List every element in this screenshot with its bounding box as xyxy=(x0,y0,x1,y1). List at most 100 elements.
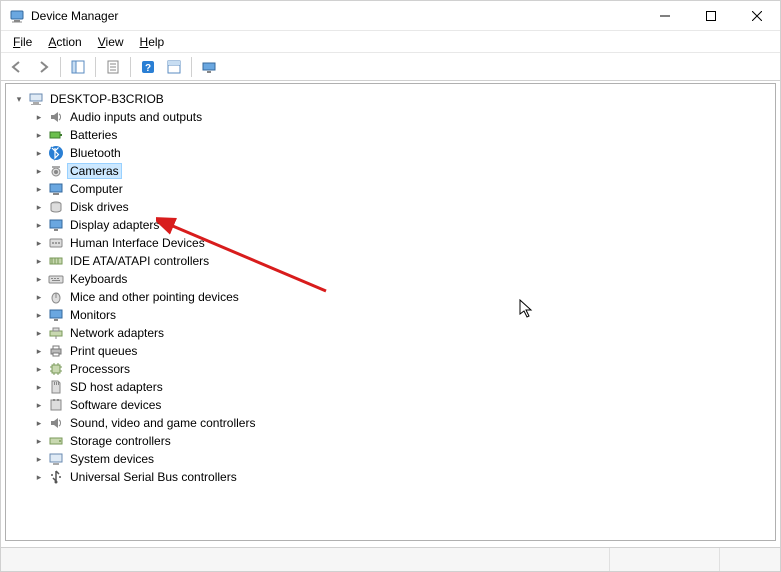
hid-icon xyxy=(48,235,64,251)
tree-item-label: Software devices xyxy=(68,398,163,412)
sd-icon xyxy=(48,379,64,395)
tree-item-human-interface-devices[interactable]: ▸Human Interface Devices xyxy=(10,234,771,252)
monitor-icon xyxy=(48,307,64,323)
ide-icon xyxy=(48,253,64,269)
network-icon xyxy=(48,325,64,341)
chevron-right-icon[interactable]: ▸ xyxy=(32,290,46,304)
minimize-button[interactable] xyxy=(642,1,688,31)
menu-file[interactable]: File xyxy=(7,33,38,51)
window-title: Device Manager xyxy=(31,9,642,23)
chevron-right-icon[interactable]: ▸ xyxy=(32,434,46,448)
menu-help[interactable]: Help xyxy=(134,33,171,51)
chevron-right-icon[interactable]: ▸ xyxy=(32,326,46,340)
computer-icon xyxy=(48,181,64,197)
maximize-button[interactable] xyxy=(688,1,734,31)
tree-item-mice-and-other-pointing-devices[interactable]: ▸ Mice and other pointing devices xyxy=(10,288,771,306)
tree-item-bluetooth[interactable]: ▸Bluetooth xyxy=(10,144,771,162)
tree-item-universal-serial-bus-controllers[interactable]: ▸ Universal Serial Bus controllers xyxy=(10,468,771,486)
action-list-button[interactable] xyxy=(162,55,186,79)
keyboard-icon xyxy=(48,271,64,287)
status-pane-1 xyxy=(1,548,610,571)
close-button[interactable] xyxy=(734,1,780,31)
tree-item-label: System devices xyxy=(68,452,156,466)
forward-button[interactable] xyxy=(31,55,55,79)
tree-item-software-devices[interactable]: ▸ Software devices xyxy=(10,396,771,414)
printer-icon xyxy=(48,343,64,359)
tree-item-label: Cameras xyxy=(68,164,121,178)
chevron-right-icon[interactable]: ▸ xyxy=(32,272,46,286)
tree-item-label: Batteries xyxy=(68,128,119,142)
menu-view[interactable]: View xyxy=(92,33,130,51)
tree-item-label: Processors xyxy=(68,362,132,376)
chevron-right-icon[interactable]: ▸ xyxy=(32,452,46,466)
chevron-right-icon[interactable]: ▸ xyxy=(32,308,46,322)
tree-item-label: SD host adapters xyxy=(68,380,165,394)
tree-item-monitors[interactable]: ▸ Monitors xyxy=(10,306,771,324)
system-icon xyxy=(48,451,64,467)
menu-action[interactable]: Action xyxy=(42,33,87,51)
chevron-right-icon[interactable]: ▸ xyxy=(32,470,46,484)
chevron-right-icon[interactable]: ▸ xyxy=(32,110,46,124)
chevron-right-icon[interactable]: ▸ xyxy=(32,182,46,196)
toolbar-separator xyxy=(191,57,192,77)
tree-item-computer[interactable]: ▸Computer xyxy=(10,180,771,198)
tree-item-disk-drives[interactable]: ▸ Disk drives xyxy=(10,198,771,216)
tree-item-storage-controllers[interactable]: ▸Storage controllers xyxy=(10,432,771,450)
properties-button[interactable] xyxy=(101,55,125,79)
svg-text:?: ? xyxy=(145,63,151,74)
statusbar xyxy=(1,547,780,571)
show-hide-tree-button[interactable] xyxy=(66,55,90,79)
tree-item-label: Keyboards xyxy=(68,272,129,286)
chevron-down-icon[interactable]: ▾ xyxy=(12,92,26,106)
sound-icon xyxy=(48,415,64,431)
chevron-right-icon[interactable]: ▸ xyxy=(32,416,46,430)
menubar: File Action View Help xyxy=(1,31,780,53)
tree-item-sd-host-adapters[interactable]: ▸ SD host adapters xyxy=(10,378,771,396)
audio-icon xyxy=(48,109,64,125)
computer-root-icon xyxy=(28,91,44,107)
back-button[interactable] xyxy=(5,55,29,79)
help-button[interactable]: ? xyxy=(136,55,160,79)
tree-item-display-adapters[interactable]: ▸ Display adapters xyxy=(10,216,771,234)
chevron-right-icon[interactable]: ▸ xyxy=(32,218,46,232)
bluetooth-icon xyxy=(48,145,64,161)
tree-item-batteries[interactable]: ▸ Batteries xyxy=(10,126,771,144)
tree-item-label: Audio inputs and outputs xyxy=(68,110,204,124)
usb-icon xyxy=(48,469,64,485)
tree-item-label: Universal Serial Bus controllers xyxy=(68,470,239,484)
show-devices-button[interactable] xyxy=(197,55,221,79)
display-icon xyxy=(48,217,64,233)
chevron-right-icon[interactable]: ▸ xyxy=(32,362,46,376)
toolbar-separator xyxy=(130,57,131,77)
tree-item-audio-inputs-and-outputs[interactable]: ▸ Audio inputs and outputs xyxy=(10,108,771,126)
tree-item-label: Display adapters xyxy=(68,218,161,232)
device-tree-panel[interactable]: ▾DESKTOP-B3CRIOB ▸ Audio inputs and output… xyxy=(5,83,776,541)
tree-item-label: Disk drives xyxy=(68,200,131,214)
toolbar: ? xyxy=(1,53,780,81)
chevron-right-icon[interactable]: ▸ xyxy=(32,344,46,358)
tree-item-cameras[interactable]: ▸ Cameras xyxy=(10,162,771,180)
chevron-right-icon[interactable]: ▸ xyxy=(32,236,46,250)
tree-item-desktop-b3criob[interactable]: ▾DESKTOP-B3CRIOB xyxy=(10,90,771,108)
chevron-right-icon[interactable]: ▸ xyxy=(32,146,46,160)
tree-item-system-devices[interactable]: ▸ System devices xyxy=(10,450,771,468)
status-pane-3 xyxy=(720,548,780,571)
tree-item-ide-ata-atapi-controllers[interactable]: ▸IDE ATA/ATAPI controllers xyxy=(10,252,771,270)
tree-item-label: Print queues xyxy=(68,344,139,358)
chevron-right-icon[interactable]: ▸ xyxy=(32,200,46,214)
chevron-right-icon[interactable]: ▸ xyxy=(32,128,46,142)
tree-item-keyboards[interactable]: ▸ Keyboards xyxy=(10,270,771,288)
chevron-right-icon[interactable]: ▸ xyxy=(32,254,46,268)
tree-item-label: Mice and other pointing devices xyxy=(68,290,241,304)
processor-icon xyxy=(48,361,64,377)
disk-icon xyxy=(48,199,64,215)
tree-item-print-queues[interactable]: ▸ Print queues xyxy=(10,342,771,360)
camera-icon xyxy=(48,163,64,179)
chevron-right-icon[interactable]: ▸ xyxy=(32,164,46,178)
tree-item-label: Monitors xyxy=(68,308,118,322)
tree-item-network-adapters[interactable]: ▸Network adapters xyxy=(10,324,771,342)
tree-item-sound-video-and-game-controllers[interactable]: ▸Sound, video and game controllers xyxy=(10,414,771,432)
tree-item-processors[interactable]: ▸ Processors xyxy=(10,360,771,378)
chevron-right-icon[interactable]: ▸ xyxy=(32,380,46,394)
chevron-right-icon[interactable]: ▸ xyxy=(32,398,46,412)
